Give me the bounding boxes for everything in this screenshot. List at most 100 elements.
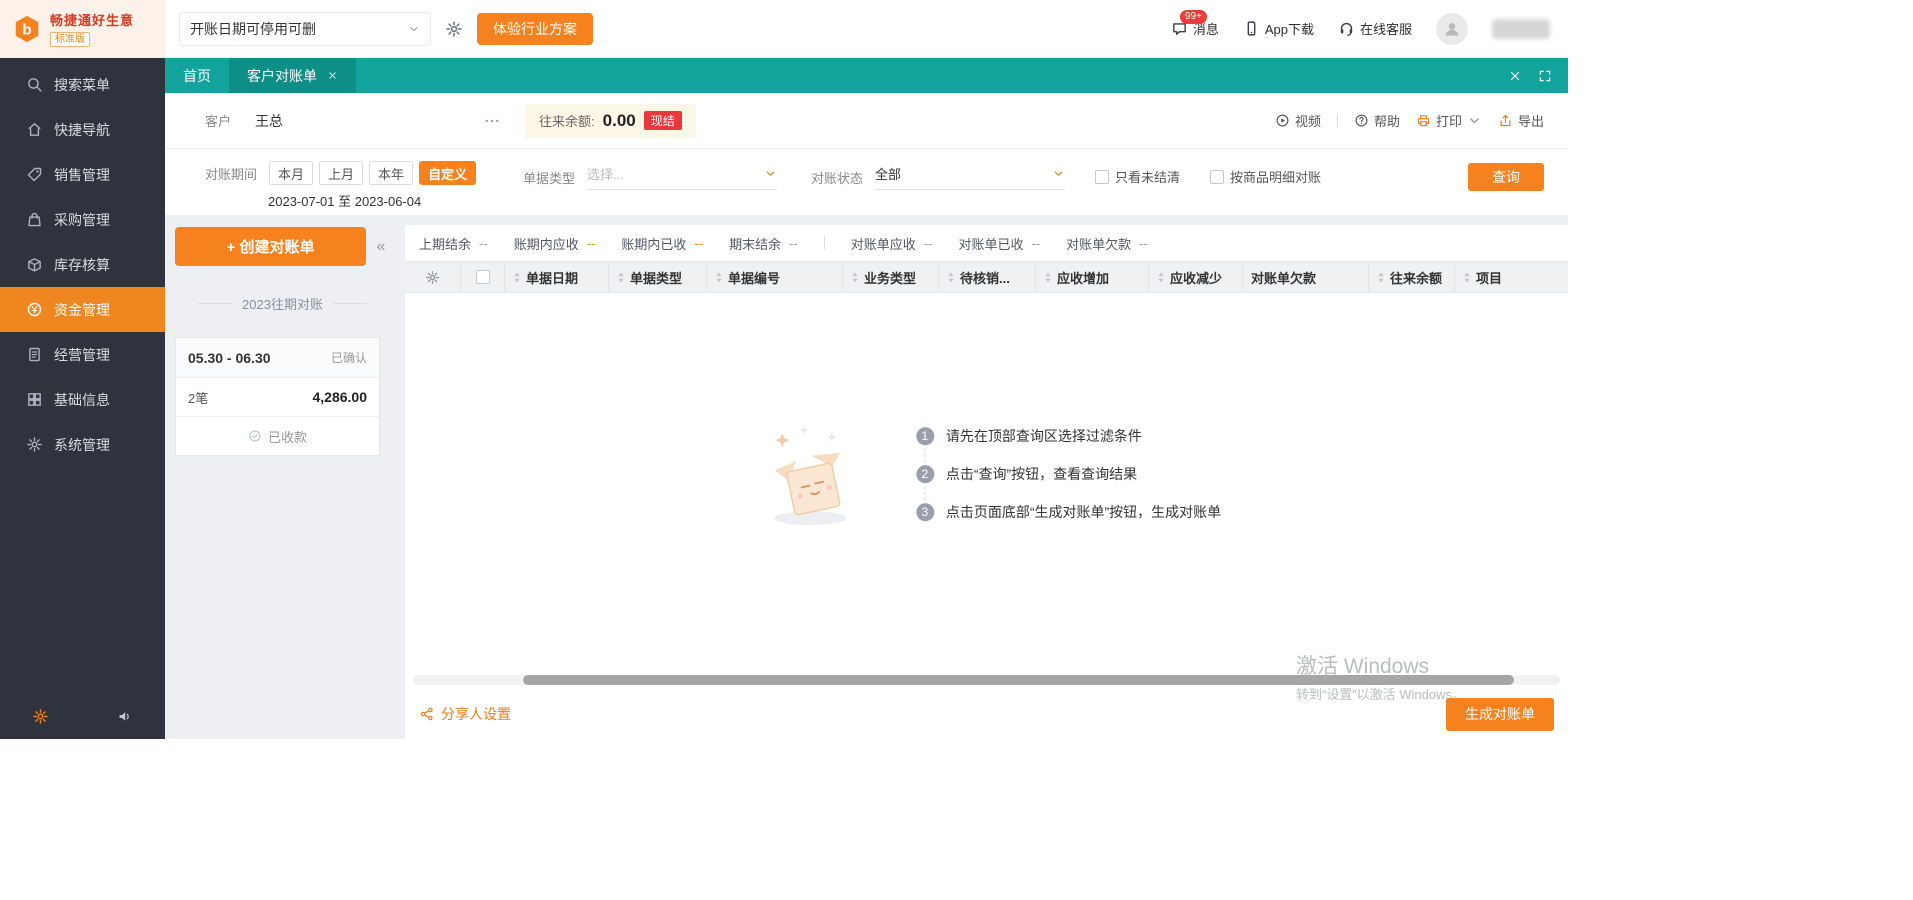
history-section-title: 2023往期对账 <box>175 294 390 313</box>
unsettled-only-checkbox[interactable]: 只看未结清 <box>1095 167 1180 186</box>
tab-customer-statement[interactable]: 客户对账单 <box>229 58 356 93</box>
customer-value[interactable]: 王总 <box>255 111 283 131</box>
username-blurred <box>1492 18 1550 39</box>
column-header-project[interactable]: 项目 <box>1455 262 1568 292</box>
column-settings-button[interactable] <box>405 262 461 292</box>
sidebar-settings-icon[interactable] <box>32 708 49 725</box>
column-header-doc-number[interactable]: 单据编号 <box>707 262 843 292</box>
column-header-business-type[interactable]: 业务类型 <box>843 262 939 292</box>
export-button[interactable]: 导出 <box>1498 111 1544 130</box>
chevron-down-icon <box>408 23 420 35</box>
app-download-button[interactable]: App下载 <box>1243 19 1314 38</box>
balance-value: 0.00 <box>602 110 636 130</box>
card-period: 05.30 - 06.30 <box>188 349 271 366</box>
summary-item: 对账单已收 -- <box>958 235 1041 252</box>
sidebar-item-search-menu[interactable]: 搜索菜单 <box>0 62 165 107</box>
chevron-down-icon <box>1052 167 1065 180</box>
industry-solution-button[interactable]: 体验行业方案 <box>477 12 593 45</box>
doc-type-dropdown[interactable]: 选择... <box>587 164 778 190</box>
help-button[interactable]: 帮助 <box>1354 111 1400 130</box>
statement-period-card[interactable]: 05.30 - 06.30 已确认 2笔 4,286.00 已收款 <box>175 337 380 456</box>
generate-statement-button[interactable]: 生成对账单 <box>1446 697 1554 731</box>
sidebar-item-funds[interactable]: 资金管理 <box>0 287 165 332</box>
online-service-button[interactable]: 在线客服 <box>1338 19 1412 38</box>
sort-icon <box>1463 272 1471 283</box>
user-avatar[interactable] <box>1436 12 1468 45</box>
tag-icon <box>26 166 43 183</box>
customer-label: 客户 <box>205 114 232 129</box>
share-settings-button[interactable]: 分享人设置 <box>419 704 511 724</box>
period-this-year-button[interactable]: 本年 <box>369 161 414 185</box>
messages-button[interactable]: 99+ 消息 <box>1171 10 1219 38</box>
print-button[interactable]: 打印 <box>1416 111 1482 130</box>
scrollbar-thumb[interactable] <box>523 675 1514 685</box>
tab-close-icon[interactable] <box>327 70 338 81</box>
table-footer: 分享人设置 生成对账单 <box>405 689 1568 739</box>
announcement-icon[interactable] <box>116 708 133 725</box>
bag-icon <box>26 211 43 228</box>
sidebar-footer <box>0 693 165 739</box>
step-2: 2 点击“查询”按钮，查看查询结果 <box>915 448 1221 484</box>
account-set-label: 开账日期可停用可删 <box>190 20 316 37</box>
account-set-dropdown[interactable]: 开账日期可停用可删 <box>179 11 431 46</box>
by-product-detail-checkbox[interactable]: 按商品明细对账 <box>1210 167 1321 186</box>
card-doc-count: 2笔 <box>188 390 209 406</box>
settle-status-badge: 现结 <box>643 111 682 130</box>
collapse-panel-icon[interactable] <box>372 232 390 262</box>
svg-text:b: b <box>22 21 31 38</box>
column-header-doc-date[interactable]: 单据日期 <box>505 262 609 292</box>
fullscreen-icon[interactable] <box>1538 69 1552 83</box>
coin-icon <box>26 301 43 318</box>
status-dropdown[interactable]: 全部 <box>875 164 1066 190</box>
column-header-receivable-increase[interactable]: 应收增加 <box>1036 262 1149 292</box>
balance-box: 往来余额: 0.00 现结 <box>525 103 696 138</box>
period-last-month-button[interactable]: 上月 <box>319 161 364 185</box>
query-button[interactable]: 查询 <box>1468 163 1544 191</box>
empty-state: 1 请先在顶部查询区选择过滤条件 2 点击“查询”按钮，查看查询结果 3 点击页… <box>752 419 1221 529</box>
close-window-icon[interactable] <box>1508 69 1522 83</box>
sidebar-item-purchase[interactable]: 采购管理 <box>0 197 165 242</box>
period-label: 对账期间 <box>205 166 258 182</box>
more-options-icon[interactable] <box>483 112 501 130</box>
sidebar-item-system[interactable]: 系统管理 <box>0 422 165 467</box>
export-icon <box>1498 113 1513 128</box>
select-all-checkbox[interactable] <box>461 262 505 292</box>
status-filter-group: 对账状态 全部 <box>811 164 1066 190</box>
online-service-label: 在线客服 <box>1359 22 1412 37</box>
messages-count-badge: 99+ <box>1179 10 1207 24</box>
person-icon <box>1442 19 1462 39</box>
video-button[interactable]: 视频 <box>1275 111 1321 130</box>
period-this-month-button[interactable]: 本月 <box>269 161 314 185</box>
sort-icon <box>513 272 521 283</box>
sort-icon <box>947 272 955 283</box>
tab-actions <box>1508 58 1568 93</box>
sidebar-item-basic-info[interactable]: 基础信息 <box>0 377 165 422</box>
column-header-balance[interactable]: 往来余额 <box>1369 262 1455 292</box>
sort-icon <box>1044 272 1052 283</box>
status-value: 全部 <box>875 167 902 182</box>
status-label: 对账状态 <box>811 170 864 186</box>
column-header-receivable-decrease[interactable]: 应收减少 <box>1149 262 1243 292</box>
sidebar-item-inventory[interactable]: 库存核算 <box>0 242 165 287</box>
summary-item: 账期内已收 -- <box>621 235 704 252</box>
sidebar-item-operations[interactable]: 经营管理 <box>0 332 165 377</box>
card-status: 已确认 <box>330 351 367 365</box>
column-header-pending[interactable]: 待核销... <box>939 262 1036 292</box>
sidebar-item-quick-nav[interactable]: 快捷导航 <box>0 107 165 152</box>
tab-home[interactable]: 首页 <box>165 58 229 93</box>
settings-gear-icon[interactable] <box>445 20 463 38</box>
create-statement-button[interactable]: + 创建对账单 <box>175 227 366 266</box>
column-header-statement-debt[interactable]: 对账单欠款 <box>1243 262 1369 292</box>
sidebar-item-sales[interactable]: 销售管理 <box>0 152 165 197</box>
app-window: b 畅捷通好生意 标准版 开账日期可停用可删 体验行业方案 99+ 消息 App… <box>0 0 1568 739</box>
period-custom-button[interactable]: 自定义 <box>419 161 477 185</box>
checkbox-icon <box>1210 169 1225 184</box>
doc-type-placeholder: 选择... <box>587 167 624 182</box>
sort-icon <box>1157 272 1165 283</box>
date-range-value[interactable]: 2023-07-01 至 2023-06-04 <box>268 191 517 210</box>
printer-icon <box>1416 113 1431 128</box>
app-title: 畅捷通好生意 <box>50 13 135 28</box>
grid-icon <box>26 391 43 408</box>
sort-icon <box>617 272 625 283</box>
column-header-doc-type[interactable]: 单据类型 <box>609 262 707 292</box>
